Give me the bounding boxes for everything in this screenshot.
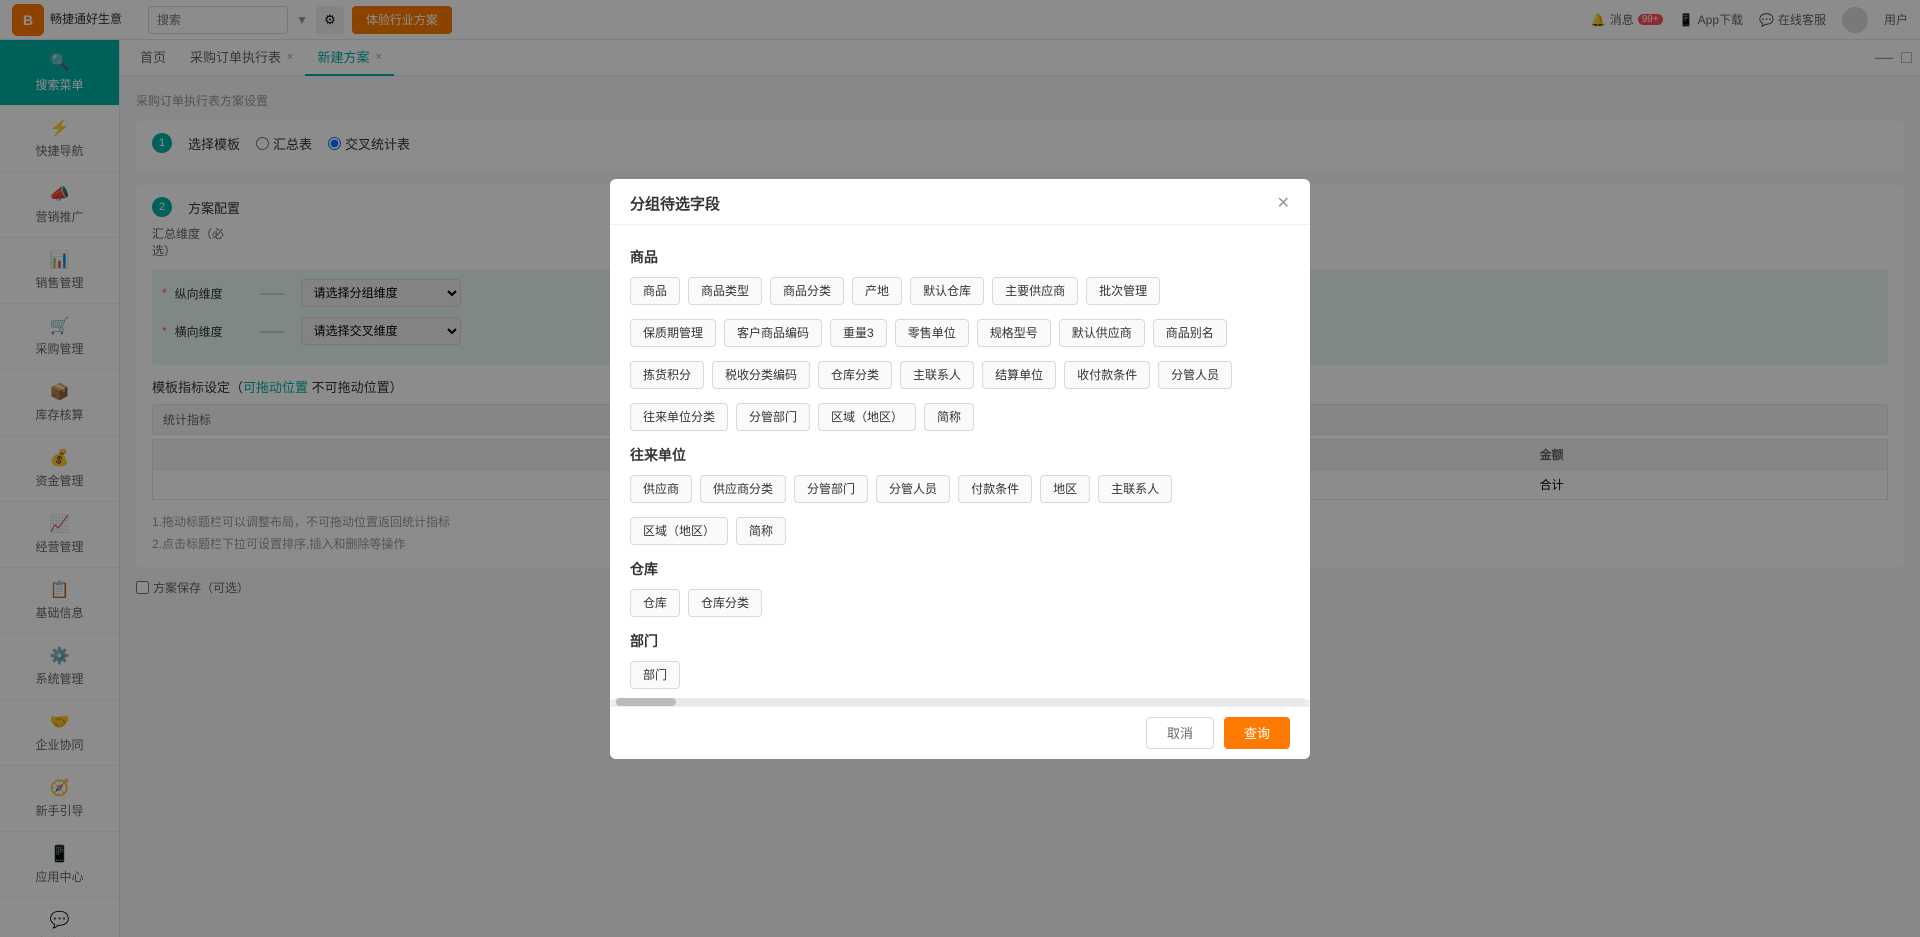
field-tag[interactable]: 拣货积分 — [630, 361, 704, 389]
group-title-warehouse: 仓库 — [630, 559, 1290, 579]
field-tag[interactable]: 简称 — [924, 403, 974, 431]
field-tags-product-row4: 往来单位分类 分管部门 区域（地区） 简称 — [630, 403, 1290, 431]
field-tag[interactable]: 供应商分类 — [700, 475, 786, 503]
field-tag[interactable]: 仓库分类 — [818, 361, 892, 389]
modal-footer: 取消 查询 — [610, 706, 1310, 759]
field-tag[interactable]: 区域（地区） — [630, 517, 728, 545]
modal-overlay: 分组待选字段 ✕ 商品 商品 商品类型 商品分类 产地 默认仓库 主要供应商 批… — [0, 0, 1920, 937]
field-tag[interactable]: 分管部门 — [794, 475, 868, 503]
field-tag[interactable]: 仓库分类 — [688, 589, 762, 617]
modal-box: 分组待选字段 ✕ 商品 商品 商品类型 商品分类 产地 默认仓库 主要供应商 批… — [610, 179, 1310, 759]
field-tags-partner-row1: 供应商 供应商分类 分管部门 分管人员 付款条件 地区 主联系人 — [630, 475, 1290, 503]
field-tags-product-row3: 拣货积分 税收分类编码 仓库分类 主联系人 结算单位 收付款条件 分管人员 — [630, 361, 1290, 389]
field-tag[interactable]: 商品分类 — [770, 277, 844, 305]
field-tag[interactable]: 地区 — [1040, 475, 1090, 503]
field-tag[interactable]: 往来单位分类 — [630, 403, 728, 431]
field-tags-partner-row2: 区域（地区） 简称 — [630, 517, 1290, 545]
field-tag[interactable]: 商品别名 — [1153, 319, 1227, 347]
field-tag[interactable]: 主要供应商 — [992, 277, 1078, 305]
field-tag[interactable]: 分管人员 — [876, 475, 950, 503]
field-tag[interactable]: 零售单位 — [895, 319, 969, 347]
field-tag[interactable]: 简称 — [736, 517, 786, 545]
field-tags-product-row2: 保质期管理 客户商品编码 重量3 零售单位 规格型号 默认供应商 商品别名 — [630, 319, 1290, 347]
field-tag[interactable]: 规格型号 — [977, 319, 1051, 347]
field-tag[interactable]: 商品类型 — [688, 277, 762, 305]
field-tag[interactable]: 保质期管理 — [630, 319, 716, 347]
field-tag[interactable]: 分管部门 — [736, 403, 810, 431]
cancel-button[interactable]: 取消 — [1146, 717, 1214, 749]
modal-hscroll[interactable] — [610, 700, 1310, 706]
field-tag[interactable]: 收付款条件 — [1064, 361, 1150, 389]
field-tag[interactable]: 主联系人 — [1098, 475, 1172, 503]
field-tag[interactable]: 供应商 — [630, 475, 692, 503]
confirm-button[interactable]: 查询 — [1224, 717, 1290, 749]
group-title-partner: 往来单位 — [630, 445, 1290, 465]
field-tag[interactable]: 区域（地区） — [818, 403, 916, 431]
field-tags-product: 商品 商品类型 商品分类 产地 默认仓库 主要供应商 批次管理 — [630, 277, 1290, 305]
field-tag[interactable]: 默认仓库 — [910, 277, 984, 305]
field-tag[interactable]: 默认供应商 — [1059, 319, 1145, 347]
modal-body: 商品 商品 商品类型 商品分类 产地 默认仓库 主要供应商 批次管理 保质期管理… — [610, 225, 1310, 700]
modal-title: 分组待选字段 — [630, 193, 720, 214]
field-tag[interactable]: 分管人员 — [1158, 361, 1232, 389]
field-tag[interactable]: 客户商品编码 — [724, 319, 822, 347]
field-tag[interactable]: 仓库 — [630, 589, 680, 617]
field-tag[interactable]: 批次管理 — [1086, 277, 1160, 305]
field-tags-warehouse: 仓库 仓库分类 — [630, 589, 1290, 617]
modal-close-icon[interactable]: ✕ — [1277, 193, 1290, 213]
field-tag[interactable]: 重量3 — [830, 319, 887, 347]
field-tag[interactable]: 结算单位 — [982, 361, 1056, 389]
modal-header: 分组待选字段 ✕ — [610, 179, 1310, 225]
field-tag[interactable]: 主联系人 — [900, 361, 974, 389]
field-tag[interactable]: 商品 — [630, 277, 680, 305]
group-title-dept: 部门 — [630, 631, 1290, 651]
group-title-product: 商品 — [630, 247, 1290, 267]
field-tag[interactable]: 部门 — [630, 661, 680, 689]
field-tags-dept: 部门 — [630, 661, 1290, 689]
field-tag[interactable]: 税收分类编码 — [712, 361, 810, 389]
field-tag[interactable]: 产地 — [852, 277, 902, 305]
field-tag[interactable]: 付款条件 — [958, 475, 1032, 503]
